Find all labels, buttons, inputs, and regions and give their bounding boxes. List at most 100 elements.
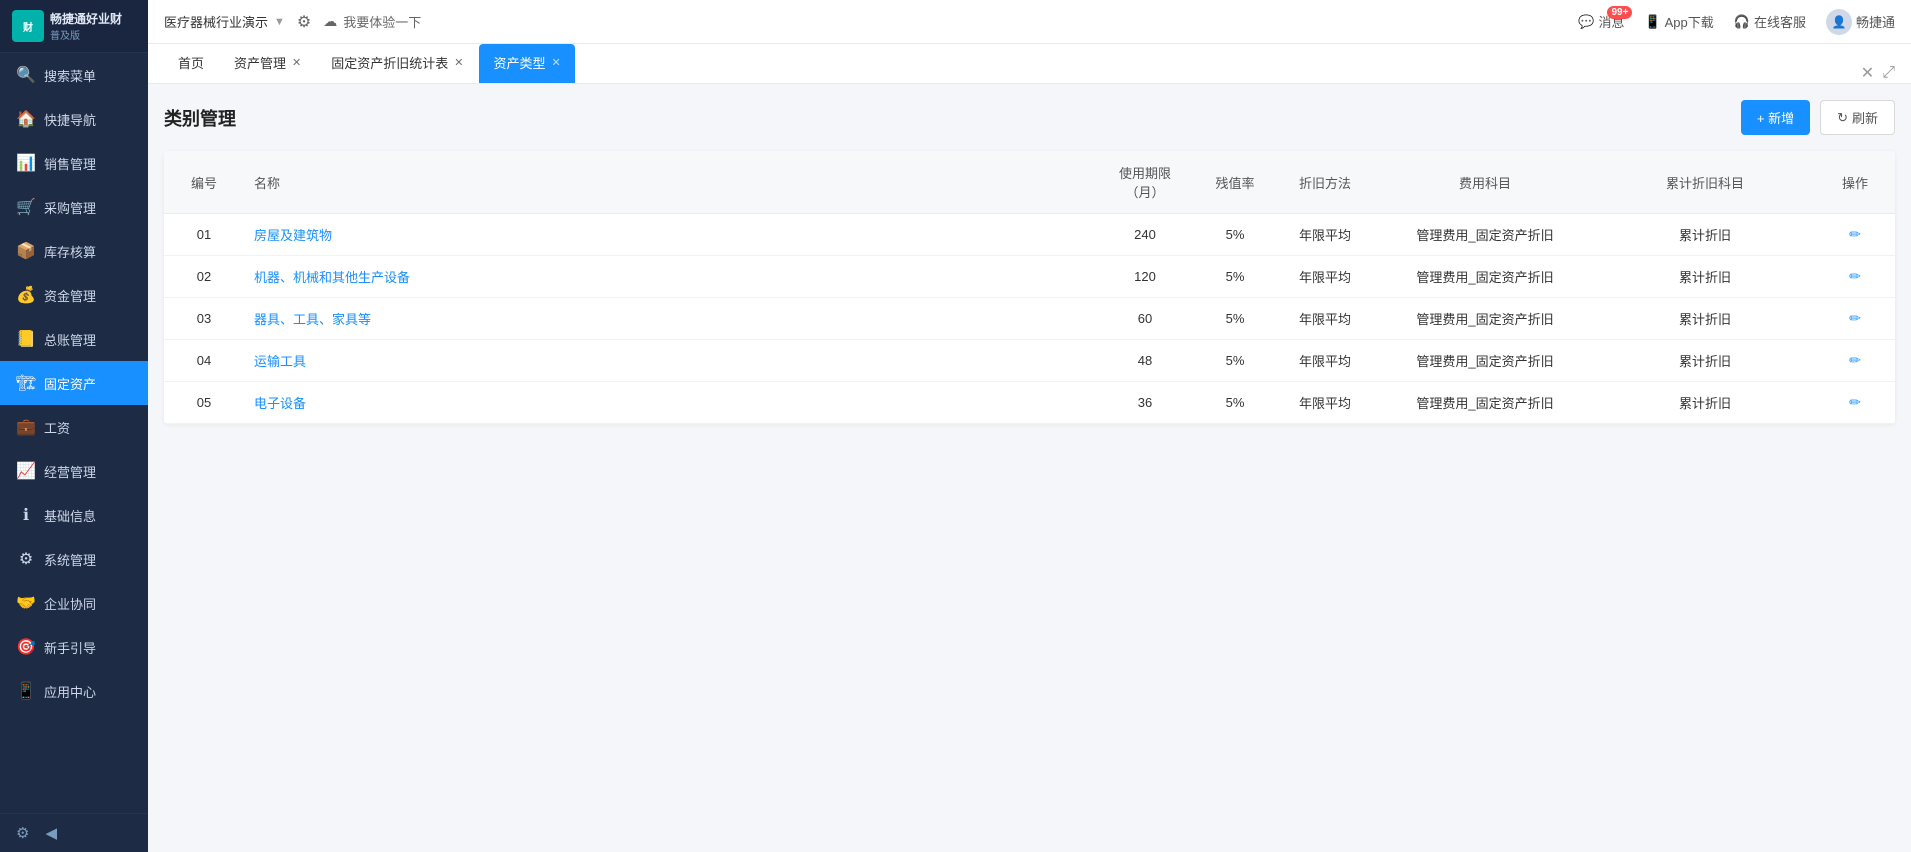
cell-id: 03 bbox=[164, 298, 244, 340]
sidebar-item-quick-nav[interactable]: 🏠 快捷导航 bbox=[0, 97, 148, 141]
cell-method: 年限平均 bbox=[1275, 298, 1375, 340]
sidebar-item-ledger[interactable]: 📒 总账管理 bbox=[0, 317, 148, 361]
sidebar-item-fixed-assets[interactable]: 🏗 固定资产 bbox=[0, 361, 148, 405]
tabsbar-actions: ✕ ⤢ bbox=[1861, 63, 1895, 83]
main-content: 医疗器械行业演示 ▼ ⚙ ☁ 我要体验一下 💬 消息 99+ 📱 App下载 🎧… bbox=[148, 0, 1911, 852]
page-actions: + 新增 ↻ 刷新 bbox=[1741, 100, 1895, 135]
topbar: 医疗器械行业演示 ▼ ⚙ ☁ 我要体验一下 💬 消息 99+ 📱 App下载 🎧… bbox=[148, 0, 1911, 44]
sidebar-item-finance[interactable]: 💰 资金管理 bbox=[0, 273, 148, 317]
tab-asset-mgmt[interactable]: 资产管理 ✕ bbox=[220, 44, 315, 83]
sidebar-nav: 🔍 搜索菜单 🏠 快捷导航 📊 销售管理 🛒 采购管理 📦 库存核算 💰 资金管… bbox=[0, 53, 148, 813]
briefcase-icon: 💼 bbox=[16, 417, 36, 437]
cell-expense: 管理费用_固定资产折旧 bbox=[1375, 382, 1595, 424]
cell-accum: 累计折旧 bbox=[1595, 214, 1815, 256]
tabsbar: 首页 资产管理 ✕ 固定资产折旧统计表 ✕ 资产类型 ✕ ✕ ⤢ bbox=[148, 44, 1911, 84]
cell-period: 48 bbox=[1095, 340, 1195, 382]
trend-icon: 📈 bbox=[16, 461, 36, 481]
cell-name: 机器、机械和其他生产设备 bbox=[244, 256, 1095, 298]
app-download-icon: 📱 bbox=[1644, 14, 1660, 30]
info-icon: ℹ bbox=[16, 505, 36, 525]
table-row: 04 运输工具 48 5% 年限平均 管理费用_固定资产折旧 累计折旧 ✏ bbox=[164, 340, 1895, 382]
cell-residual: 5% bbox=[1195, 340, 1275, 382]
home-icon: 🏠 bbox=[16, 109, 36, 129]
cell-ops: ✏ bbox=[1815, 382, 1895, 424]
edit-icon[interactable]: ✏ bbox=[1849, 352, 1861, 368]
tab-depreciation-stats[interactable]: 固定资产折旧统计表 ✕ bbox=[317, 44, 477, 83]
sidebar-item-search[interactable]: 🔍 搜索菜单 bbox=[0, 53, 148, 97]
col-header-method: 折旧方法 bbox=[1275, 151, 1375, 214]
cell-period: 36 bbox=[1095, 382, 1195, 424]
cell-id: 04 bbox=[164, 340, 244, 382]
col-header-name: 名称 bbox=[244, 151, 1095, 214]
cell-name: 房屋及建筑物 bbox=[244, 214, 1095, 256]
sidebar-item-salary[interactable]: 💼 工资 bbox=[0, 405, 148, 449]
cell-name: 电子设备 bbox=[244, 382, 1095, 424]
edit-icon[interactable]: ✏ bbox=[1849, 226, 1861, 242]
table-row: 05 电子设备 36 5% 年限平均 管理费用_固定资产折旧 累计折旧 ✏ bbox=[164, 382, 1895, 424]
cell-expense: 管理费用_固定资产折旧 bbox=[1375, 256, 1595, 298]
table-row: 03 器具、工具、家具等 60 5% 年限平均 管理费用_固定资产折旧 累计折旧… bbox=[164, 298, 1895, 340]
cell-method: 年限平均 bbox=[1275, 256, 1375, 298]
cell-accum: 累计折旧 bbox=[1595, 340, 1815, 382]
messages-item[interactable]: 💬 消息 99+ bbox=[1578, 12, 1624, 31]
edit-icon[interactable]: ✏ bbox=[1849, 394, 1861, 410]
new-button[interactable]: + 新增 bbox=[1741, 100, 1810, 135]
online-support-item[interactable]: 🎧 在线客服 bbox=[1734, 12, 1806, 31]
sidebar-bottom: ⚙ ◀ bbox=[0, 813, 148, 852]
avatar: 👤 bbox=[1826, 9, 1852, 35]
sidebar-item-purchase[interactable]: 🛒 采购管理 bbox=[0, 185, 148, 229]
sidebar-item-inventory[interactable]: 📦 库存核算 bbox=[0, 229, 148, 273]
cell-period: 240 bbox=[1095, 214, 1195, 256]
col-header-id: 编号 bbox=[164, 151, 244, 214]
sidebar-item-app-center[interactable]: 📱 应用中心 bbox=[0, 669, 148, 713]
cell-name: 运输工具 bbox=[244, 340, 1095, 382]
sidebar-item-basic-info[interactable]: ℹ 基础信息 bbox=[0, 493, 148, 537]
sidebar-item-enterprise[interactable]: 🤝 企业协同 bbox=[0, 581, 148, 625]
cell-name: 器具、工具、家具等 bbox=[244, 298, 1095, 340]
sidebar-item-system[interactable]: ⚙ 系统管理 bbox=[0, 537, 148, 581]
category-table: 编号 名称 使用期限（月） 残值率 折旧方法 费用科目 累计折旧科目 操作 01… bbox=[164, 151, 1895, 424]
table-header: 编号 名称 使用期限（月） 残值率 折旧方法 费用科目 累计折旧科目 操作 bbox=[164, 151, 1895, 214]
money-icon: 💰 bbox=[16, 285, 36, 305]
collapse-icon[interactable]: ◀ bbox=[45, 824, 57, 842]
cell-ops: ✏ bbox=[1815, 214, 1895, 256]
edit-icon[interactable]: ✏ bbox=[1849, 310, 1861, 326]
sidebar: 财 畅捷通好业财 普及版 🔍 搜索菜单 🏠 快捷导航 📊 销售管理 🛒 采购管理… bbox=[0, 0, 148, 852]
tab-close-depreciation[interactable]: ✕ bbox=[454, 56, 463, 69]
close-tab-icon[interactable]: ✕ bbox=[1861, 63, 1874, 83]
cell-method: 年限平均 bbox=[1275, 214, 1375, 256]
col-header-period: 使用期限（月） bbox=[1095, 151, 1195, 214]
cell-residual: 5% bbox=[1195, 298, 1275, 340]
sidebar-item-sales[interactable]: 📊 销售管理 bbox=[0, 141, 148, 185]
experience-button[interactable]: ☁ 我要体验一下 bbox=[323, 12, 421, 31]
col-header-residual: 残值率 bbox=[1195, 151, 1275, 214]
message-icon: 💬 bbox=[1578, 14, 1594, 30]
project-name: 医疗器械行业演示 bbox=[164, 12, 268, 31]
message-badge: 99+ bbox=[1607, 6, 1632, 19]
mobile-icon: 📱 bbox=[16, 681, 36, 701]
tab-close-asset-mgmt[interactable]: ✕ bbox=[292, 56, 301, 69]
cart-icon: 🛒 bbox=[16, 197, 36, 217]
tab-close-asset-type[interactable]: ✕ bbox=[552, 56, 561, 69]
topbar-left: 医疗器械行业演示 ▼ ⚙ ☁ 我要体验一下 bbox=[164, 12, 421, 32]
edit-icon[interactable]: ✏ bbox=[1849, 268, 1861, 284]
chart-icon: 📊 bbox=[16, 153, 36, 173]
cell-period: 120 bbox=[1095, 256, 1195, 298]
col-header-ops: 操作 bbox=[1815, 151, 1895, 214]
search-icon: 🔍 bbox=[16, 65, 36, 85]
settings-bottom-icon[interactable]: ⚙ bbox=[16, 824, 29, 842]
tab-home[interactable]: 首页 bbox=[164, 44, 218, 83]
cell-period: 60 bbox=[1095, 298, 1195, 340]
expand-tab-icon[interactable]: ⤢ bbox=[1882, 64, 1895, 82]
app-download-item[interactable]: 📱 App下载 bbox=[1644, 12, 1713, 31]
cell-residual: 5% bbox=[1195, 382, 1275, 424]
tab-asset-type[interactable]: 资产类型 ✕ bbox=[479, 44, 574, 83]
cell-method: 年限平均 bbox=[1275, 340, 1375, 382]
project-selector[interactable]: 医疗器械行业演示 ▼ bbox=[164, 12, 285, 31]
refresh-button[interactable]: ↻ 刷新 bbox=[1820, 100, 1895, 135]
sidebar-item-guide[interactable]: 🎯 新手引导 bbox=[0, 625, 148, 669]
cell-accum: 累计折旧 bbox=[1595, 298, 1815, 340]
topbar-settings-icon[interactable]: ⚙ bbox=[297, 12, 311, 32]
sidebar-item-operations[interactable]: 📈 经营管理 bbox=[0, 449, 148, 493]
user-item[interactable]: 👤 畅捷通 bbox=[1826, 9, 1895, 35]
